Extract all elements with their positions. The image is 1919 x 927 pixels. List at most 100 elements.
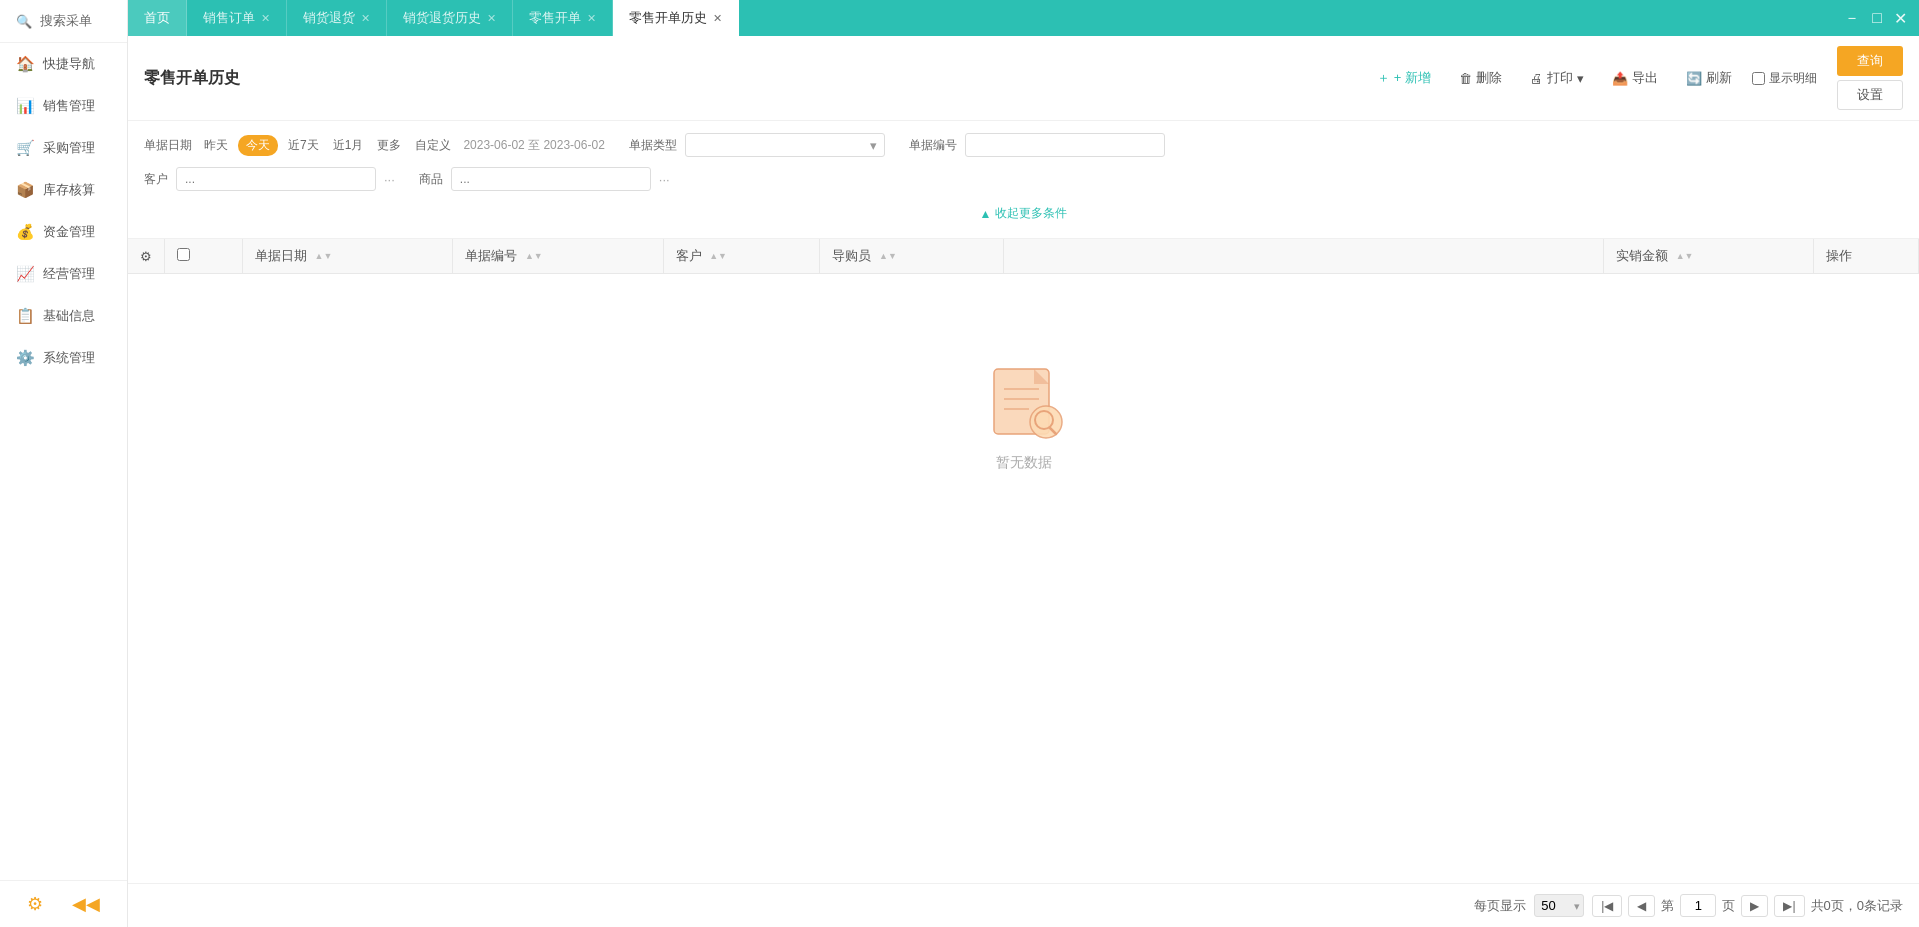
total-info: 共0页，0条记录: [1811, 897, 1903, 915]
sidebar-item-label: 快捷导航: [43, 55, 95, 73]
sidebar-item-system[interactable]: ⚙️ 系统管理: [0, 337, 127, 379]
goods-filter-input[interactable]: [451, 167, 651, 191]
tab-sales-return-history[interactable]: 销货退货历史 ✕: [387, 0, 513, 36]
query-button[interactable]: 查询: [1837, 46, 1903, 76]
collapse-button[interactable]: ▲ 收起更多条件: [144, 201, 1903, 226]
customer-dots[interactable]: ···: [384, 172, 395, 187]
sort-icon-number: ▲▼: [525, 252, 543, 261]
table-col-guide-label: 导购员: [832, 248, 871, 263]
sidebar-item-basic-info[interactable]: 📋 基础信息: [0, 295, 127, 337]
tab-retail-open-history-close[interactable]: ✕: [713, 12, 722, 25]
sidebar: 🔍 搜索采单 🏠 快捷导航 📊 销售管理 🛒 采购管理 📦 库存核算 💰 资金管…: [0, 0, 128, 927]
table-col-amount[interactable]: 实销金额 ▲▼: [1604, 239, 1814, 274]
number-filter-label: 单据编号: [909, 137, 957, 154]
table-col-customer[interactable]: 客户 ▲▼: [663, 239, 820, 274]
settings-bottom-icon[interactable]: ⚙: [27, 893, 43, 915]
search-icon: 🔍: [16, 14, 32, 29]
empty-illustration: [974, 354, 1074, 454]
next-page-button[interactable]: ▶: [1741, 895, 1768, 917]
tab-right-icons: － □ ✕: [1844, 8, 1919, 29]
date-opt-today[interactable]: 今天: [238, 135, 278, 156]
page-title: 零售开单历史: [144, 68, 240, 89]
date-range-display: 2023-06-02 至 2023-06-02: [463, 137, 604, 154]
sort-icon-customer: ▲▼: [709, 252, 727, 261]
type-select[interactable]: [685, 133, 885, 157]
page-input[interactable]: [1680, 894, 1716, 917]
collapse-sidebar-icon[interactable]: ◀◀: [72, 893, 100, 915]
sidebar-item-operations[interactable]: 📈 经营管理: [0, 253, 127, 295]
tab-window-close[interactable]: ✕: [1894, 9, 1907, 28]
sidebar-item-purchase-mgmt[interactable]: 🛒 采购管理: [0, 127, 127, 169]
delete-button[interactable]: 🗑 删除: [1451, 65, 1510, 91]
sidebar-search[interactable]: 🔍 搜索采单: [0, 0, 127, 43]
table-col-extra: [1004, 239, 1604, 274]
table-settings-col[interactable]: ⚙: [128, 239, 165, 274]
tab-sales-return[interactable]: 销货退货 ✕: [287, 0, 387, 36]
setting-button[interactable]: 设置: [1837, 80, 1903, 110]
ops-icon: 📈: [16, 265, 35, 283]
per-page-label: 每页显示: [1474, 897, 1526, 915]
date-filter-group: 单据日期 昨天 今天 近7天 近1月 更多 自定义 2023-06-02 至 2…: [144, 135, 605, 156]
table-checkbox-col[interactable]: [165, 239, 243, 274]
table-col-amount-label: 实销金额: [1616, 248, 1668, 263]
sidebar-item-label: 系统管理: [43, 349, 95, 367]
content-area: 零售开单历史 ＋ + 新增 🗑 删除 🖨 打印 ▾ 📤 导出: [128, 36, 1919, 927]
table-col-number[interactable]: 单据编号 ▲▼: [453, 239, 663, 274]
date-opt-more[interactable]: 更多: [373, 135, 405, 156]
page-size-select[interactable]: 50 100 200: [1534, 894, 1584, 917]
tab-retail-open[interactable]: 零售开单 ✕: [513, 0, 613, 36]
filter-row-2: 客户 ··· 商品 ···: [144, 167, 1903, 191]
data-table: ⚙ 单据日期 ▲▼ 单据编号 ▲▼ 客户: [128, 239, 1919, 274]
date-options: 昨天 今天 近7天 近1月 更多 自定义: [200, 135, 455, 156]
tab-sales-return-label: 销货退货: [303, 9, 355, 27]
add-button[interactable]: ＋ + 新增: [1369, 65, 1439, 91]
tab-sales-return-close[interactable]: ✕: [361, 12, 370, 25]
page-nav: |◀ ◀ 第 页 ▶ ▶| 共0页，0条记录: [1592, 894, 1903, 917]
last-page-button[interactable]: ▶|: [1774, 895, 1804, 917]
export-button[interactable]: 📤 导出: [1604, 65, 1666, 91]
tab-sales-order-close[interactable]: ✕: [261, 12, 270, 25]
delete-icon: 🗑: [1459, 71, 1472, 86]
type-filter-group: 单据类型: [629, 133, 885, 157]
date-opt-7days[interactable]: 近7天: [284, 135, 323, 156]
date-opt-1month[interactable]: 近1月: [329, 135, 368, 156]
page-size-wrapper: 50 100 200: [1534, 894, 1584, 917]
show-detail-checkbox[interactable]: 显示明细: [1752, 70, 1817, 87]
sidebar-item-finance[interactable]: 💰 资金管理: [0, 211, 127, 253]
main-area: 首页 销售订单 ✕ 销货退货 ✕ 销货退货历史 ✕ 零售开单 ✕ 零售开单历史 …: [128, 0, 1919, 927]
print-button[interactable]: 🖨 打印 ▾: [1522, 65, 1592, 91]
refresh-button[interactable]: 🔄 刷新: [1678, 65, 1740, 91]
export-icon: 📤: [1612, 71, 1628, 86]
collapse-label: 收起更多条件: [995, 205, 1067, 222]
date-opt-yesterday[interactable]: 昨天: [200, 135, 232, 156]
tab-home[interactable]: 首页: [128, 0, 187, 36]
first-page-button[interactable]: |◀: [1592, 895, 1622, 917]
show-detail-input[interactable]: [1752, 72, 1765, 85]
sidebar-item-label: 库存核算: [43, 181, 95, 199]
tab-retail-open-close[interactable]: ✕: [587, 12, 596, 25]
sidebar-item-quick-nav[interactable]: 🏠 快捷导航: [0, 43, 127, 85]
table-col-operation: 操作: [1814, 239, 1919, 274]
type-select-wrapper: [685, 133, 885, 157]
date-opt-custom[interactable]: 自定义: [411, 135, 455, 156]
show-detail-label: 显示明细: [1769, 70, 1817, 87]
tab-bar: 首页 销售订单 ✕ 销货退货 ✕ 销货退货历史 ✕ 零售开单 ✕ 零售开单历史 …: [128, 0, 1919, 36]
tab-window-minimize[interactable]: －: [1844, 8, 1860, 29]
customer-filter-input[interactable]: [176, 167, 376, 191]
number-filter-input[interactable]: [965, 133, 1165, 157]
sidebar-item-label: 基础信息: [43, 307, 95, 325]
tab-retail-open-history[interactable]: 零售开单历史 ✕: [613, 0, 739, 36]
tab-sales-return-history-close[interactable]: ✕: [487, 12, 496, 25]
tab-window-maximize[interactable]: □: [1872, 9, 1882, 27]
sort-icon-date: ▲▼: [315, 252, 333, 261]
table-col-guide[interactable]: 导购员 ▲▼: [820, 239, 1004, 274]
table-col-date[interactable]: 单据日期 ▲▼: [242, 239, 452, 274]
prev-page-button[interactable]: ◀: [1628, 895, 1655, 917]
sidebar-item-sales-mgmt[interactable]: 📊 销售管理: [0, 85, 127, 127]
delete-label: 删除: [1476, 69, 1502, 87]
tab-sales-order[interactable]: 销售订单 ✕: [187, 0, 287, 36]
sidebar-item-inventory[interactable]: 📦 库存核算: [0, 169, 127, 211]
page-suffix: 页: [1722, 897, 1735, 915]
goods-dots[interactable]: ···: [659, 172, 670, 187]
table-select-all[interactable]: [177, 248, 190, 261]
